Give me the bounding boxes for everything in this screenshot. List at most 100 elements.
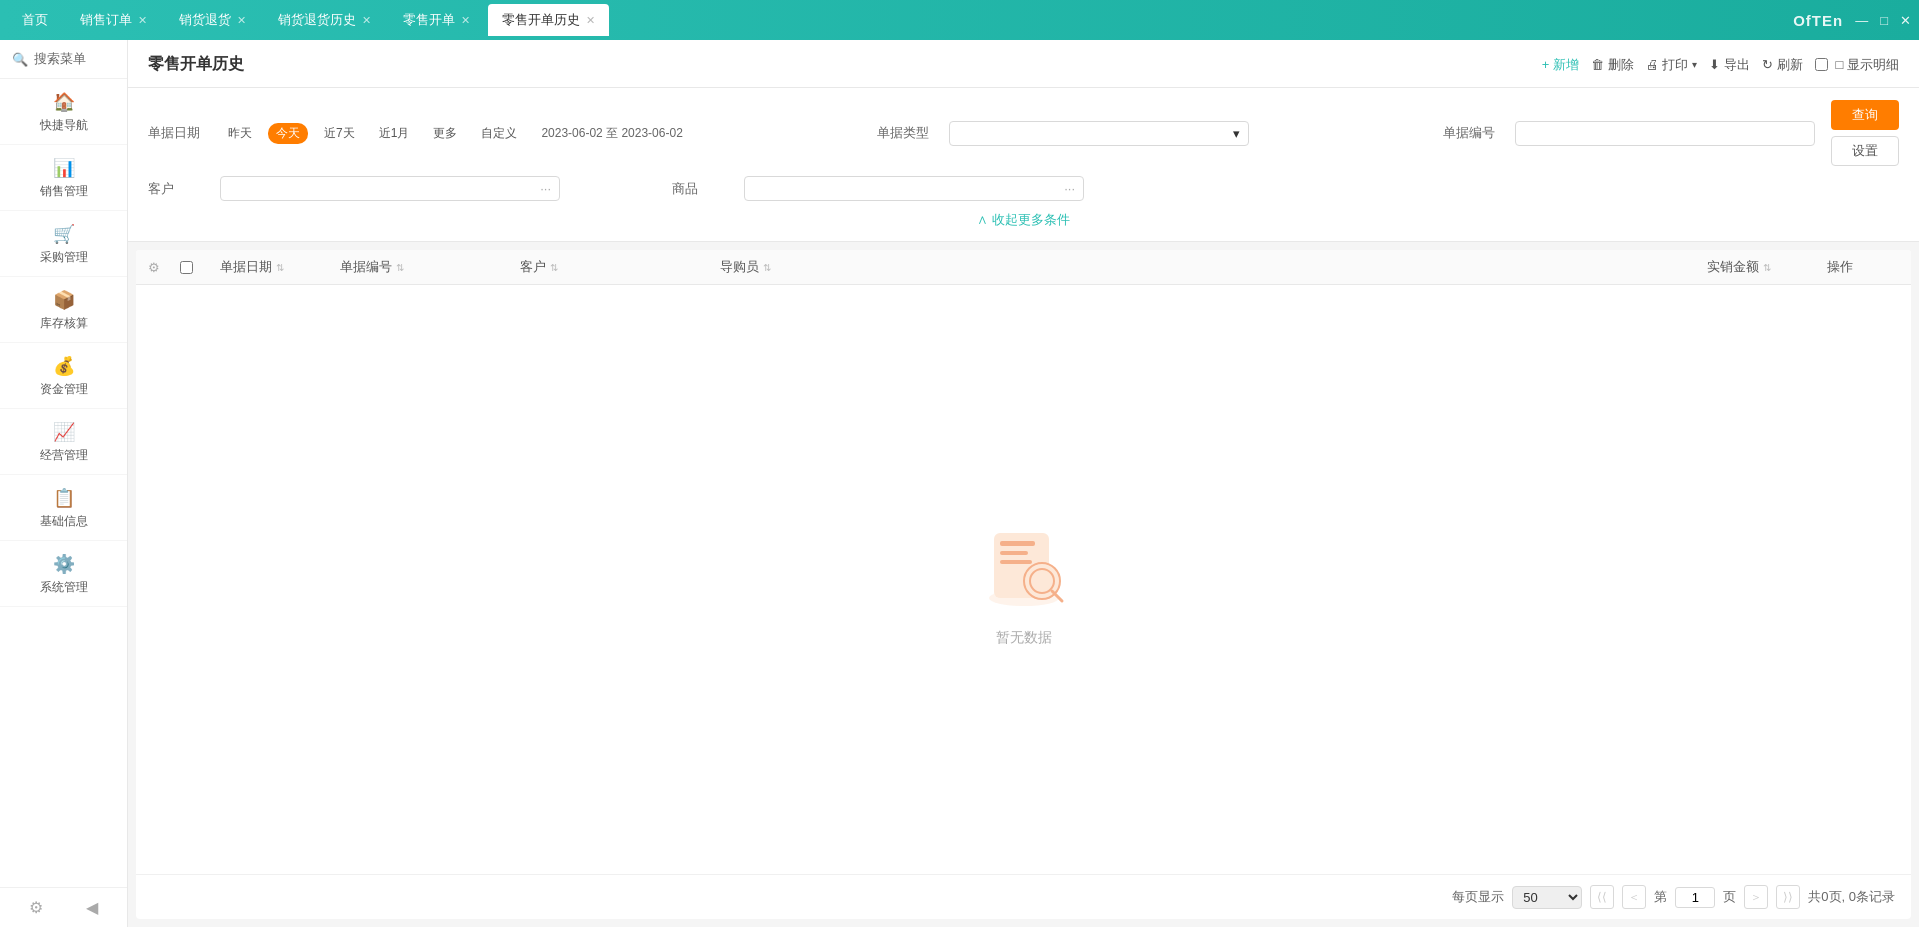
sidebar-item-system[interactable]: ⚙️ 系统管理 <box>0 541 127 607</box>
page-label-suffix: 页 <box>1723 888 1736 906</box>
per-page-label: 每页显示 <box>1452 888 1504 906</box>
col-header-amount[interactable]: 实销金额 ⇅ <box>1699 258 1819 276</box>
sidebar-item-operations[interactable]: 📈 经营管理 <box>0 409 127 475</box>
goods-filter-input-wrapper[interactable]: ··· <box>744 176 1084 201</box>
prev-page-button[interactable]: ＜ <box>1622 885 1646 909</box>
print-button[interactable]: 🖨 打印 ▾ <box>1646 56 1698 74</box>
type-filter-select[interactable]: ▾ <box>949 121 1249 146</box>
last-page-button[interactable]: ⟩⟩ <box>1776 885 1800 909</box>
sidebar-search[interactable]: 🔍 搜索菜单 <box>0 40 127 79</box>
sort-icon[interactable]: ⇅ <box>1763 262 1771 273</box>
new-button-label: + 新增 <box>1542 56 1579 74</box>
sidebar-item-label: 资金管理 <box>40 381 88 398</box>
col-header-customer[interactable]: 客户 ⇅ <box>512 258 712 276</box>
col-date-label: 单据日期 <box>220 258 272 276</box>
sidebar-item-quicknav[interactable]: 🏠 快捷导航 <box>0 79 127 145</box>
delete-button-label: 🗑 删除 <box>1591 56 1634 74</box>
sort-icon[interactable]: ⇅ <box>276 262 284 273</box>
date-range-display: 2023-06-02 至 2023-06-02 <box>541 125 682 142</box>
collapse-button[interactable]: ∧ 收起更多条件 <box>977 211 1070 229</box>
tab-sales-order[interactable]: 销售订单 ✕ <box>66 4 161 36</box>
sidebar-item-label: 销售管理 <box>40 183 88 200</box>
customer-filter-input-wrapper[interactable]: ··· <box>220 176 560 201</box>
display-detail-button[interactable]: □ 显示明细 <box>1815 56 1899 74</box>
display-detail-label: □ 显示明细 <box>1836 56 1899 74</box>
date-btn-yesterday[interactable]: 昨天 <box>220 123 260 144</box>
per-page-select[interactable]: 50 20 100 <box>1512 886 1582 909</box>
maximize-button[interactable]: □ <box>1880 13 1888 28</box>
settings-icon[interactable]: ⚙ <box>29 898 43 917</box>
export-button[interactable]: ⬇ 导出 <box>1709 56 1750 74</box>
svg-rect-2 <box>1000 541 1035 546</box>
filter-area: 单据日期 昨天 今天 近7天 近1月 更多 自定义 2023-06-02 至 2… <box>128 88 1919 242</box>
col-header-ops: 操作 <box>1819 258 1899 276</box>
sidebar-item-finance[interactable]: 💰 资金管理 <box>0 343 127 409</box>
display-detail-checkbox[interactable] <box>1815 58 1828 71</box>
date-btn-1month[interactable]: 近1月 <box>371 123 418 144</box>
col-num-label: 单据编号 <box>340 258 392 276</box>
select-all-checkbox[interactable] <box>180 261 193 274</box>
sidebar-item-sales[interactable]: 📊 销售管理 <box>0 145 127 211</box>
goods-dots[interactable]: ··· <box>1064 181 1075 196</box>
date-btn-today[interactable]: 今天 <box>268 123 308 144</box>
sort-icon[interactable]: ⇅ <box>550 262 558 273</box>
window-controls: OfTEn — □ ✕ <box>1793 12 1911 29</box>
sidebar-bottom: ⚙ ◀ <box>0 887 127 927</box>
filter-row-date: 单据日期 昨天 今天 近7天 近1月 更多 自定义 2023-06-02 至 2… <box>148 100 1899 166</box>
sidebar-item-label: 经营管理 <box>40 447 88 464</box>
col-header-num[interactable]: 单据编号 ⇅ <box>332 258 512 276</box>
date-btn-custom[interactable]: 自定义 <box>473 123 525 144</box>
chevron-down-icon: ▾ <box>1233 126 1240 141</box>
sidebar-item-purchase[interactable]: 🛒 采购管理 <box>0 211 127 277</box>
empty-state-illustration <box>974 513 1074 613</box>
tab-retail-history[interactable]: 零售开单历史 ✕ <box>488 4 609 36</box>
inventory-icon: 📦 <box>53 289 75 311</box>
col-header-date[interactable]: 单据日期 ⇅ <box>212 258 332 276</box>
close-icon[interactable]: ✕ <box>138 14 147 27</box>
chevron-down-icon: ▾ <box>1692 59 1697 70</box>
sidebar-item-label: 基础信息 <box>40 513 88 530</box>
tab-sales-return[interactable]: 销货退货 ✕ <box>165 4 260 36</box>
sidebar: 🔍 搜索菜单 🏠 快捷导航 📊 销售管理 🛒 采购管理 📦 库存核算 💰 资金管… <box>0 40 128 927</box>
collapse-sidebar-icon[interactable]: ◀ <box>86 898 98 917</box>
sidebar-item-label: 采购管理 <box>40 249 88 266</box>
tab-home[interactable]: 首页 <box>8 4 62 36</box>
sort-icon[interactable]: ⇅ <box>763 262 771 273</box>
tab-sales-return-history[interactable]: 销货退货历史 ✕ <box>264 4 385 36</box>
close-icon[interactable]: ✕ <box>237 14 246 27</box>
goods-filter-label: 商品 <box>672 180 728 198</box>
delete-button[interactable]: 🗑 删除 <box>1591 56 1634 74</box>
date-btn-more[interactable]: 更多 <box>425 123 465 144</box>
query-button[interactable]: 查询 <box>1831 100 1899 130</box>
close-icon[interactable]: ✕ <box>586 14 595 27</box>
close-icon[interactable]: ✕ <box>362 14 371 27</box>
purchase-icon: 🛒 <box>53 223 75 245</box>
date-filters: 昨天 今天 近7天 近1月 更多 自定义 <box>220 123 525 144</box>
date-filter-label: 单据日期 <box>148 124 204 142</box>
sidebar-item-inventory[interactable]: 📦 库存核算 <box>0 277 127 343</box>
col-header-guide[interactable]: 导购员 ⇅ <box>712 258 832 276</box>
close-icon[interactable]: ✕ <box>461 14 470 27</box>
tab-home-label: 首页 <box>22 11 48 29</box>
sort-icon[interactable]: ⇅ <box>396 262 404 273</box>
page-label-prefix: 第 <box>1654 888 1667 906</box>
close-window-button[interactable]: ✕ <box>1900 13 1911 28</box>
select-all-checkbox-wrapper[interactable] <box>180 261 212 274</box>
minimize-button[interactable]: — <box>1855 13 1868 28</box>
refresh-button[interactable]: ↻ 刷新 <box>1762 56 1803 74</box>
next-page-button[interactable]: ＞ <box>1744 885 1768 909</box>
sidebar-item-basic-info[interactable]: 📋 基础信息 <box>0 475 127 541</box>
date-btn-7days[interactable]: 近7天 <box>316 123 363 144</box>
page-title: 零售开单历史 <box>148 54 244 87</box>
tab-retail-order[interactable]: 零售开单 ✕ <box>389 4 484 36</box>
new-button[interactable]: + 新增 <box>1542 56 1579 74</box>
page-number-input[interactable]: 1 <box>1675 887 1715 908</box>
num-filter-input[interactable] <box>1515 121 1815 146</box>
first-page-button[interactable]: ⟨⟨ <box>1590 885 1614 909</box>
column-settings-icon[interactable]: ⚙ <box>148 260 180 275</box>
sidebar-item-label: 快捷导航 <box>40 117 88 134</box>
settings-button[interactable]: 设置 <box>1831 136 1899 166</box>
customer-dots[interactable]: ··· <box>540 181 551 196</box>
sidebar-item-label: 系统管理 <box>40 579 88 596</box>
col-amount-label: 实销金额 <box>1707 258 1759 276</box>
